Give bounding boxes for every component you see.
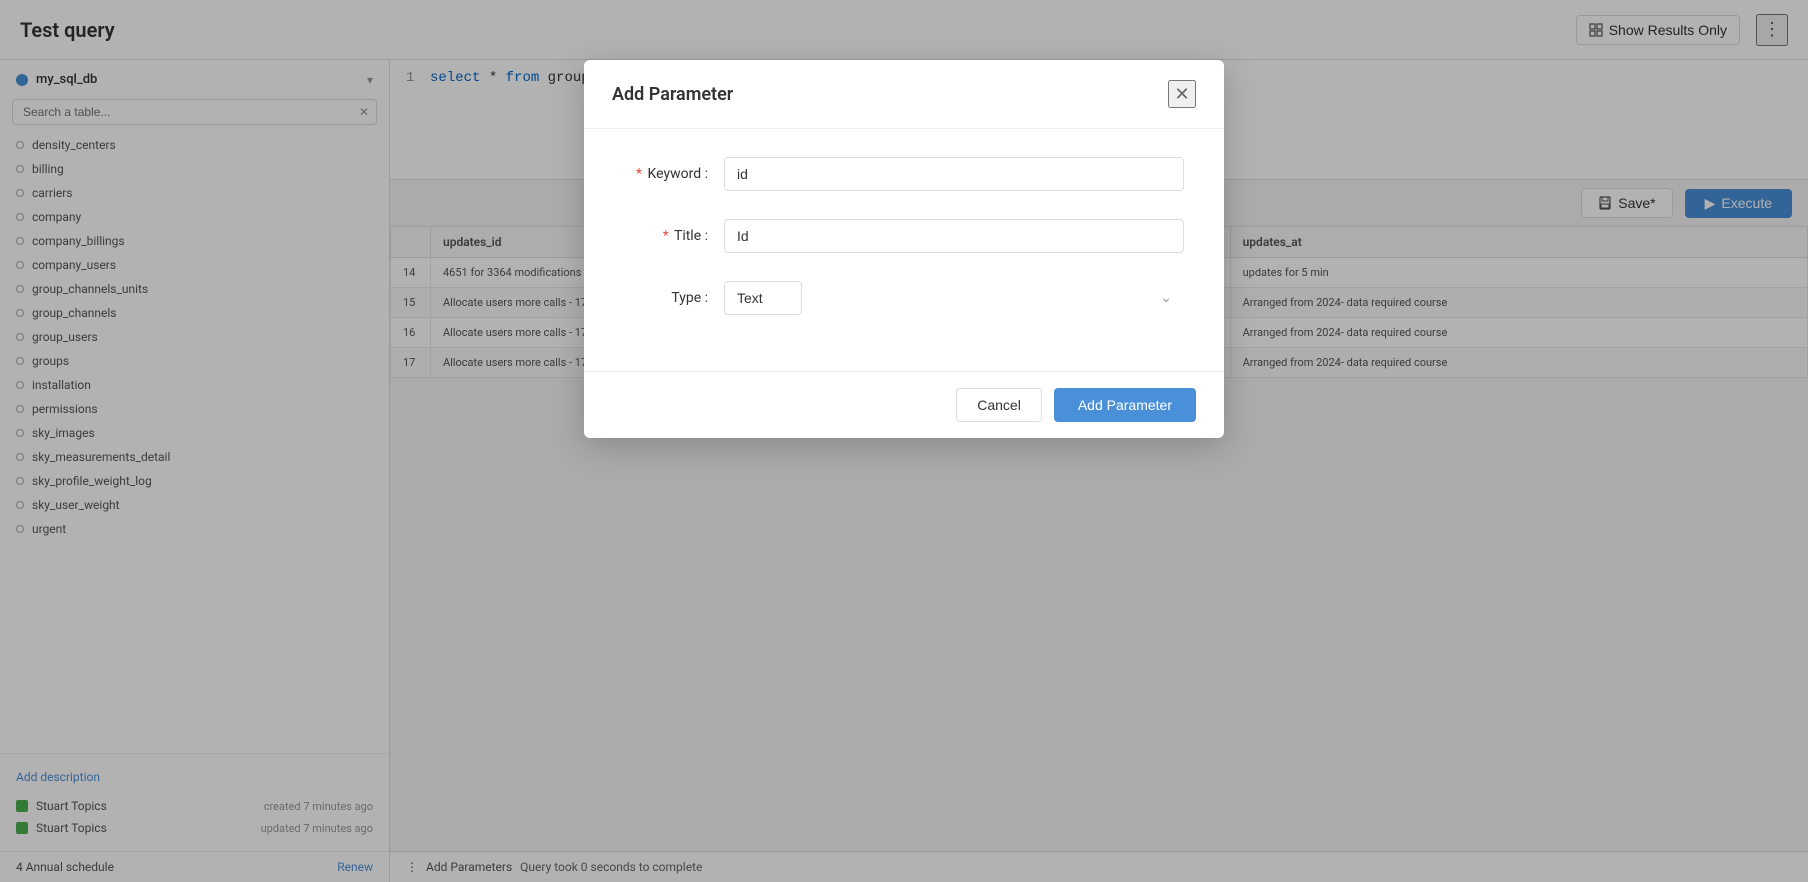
type-row: Type : Text Number Date Boolean ⌄ — [624, 281, 1184, 315]
title-label: * Title : — [624, 228, 724, 244]
title-input[interactable] — [724, 219, 1184, 253]
keyword-row: * Keyword : — [624, 157, 1184, 191]
keyword-input[interactable] — [724, 157, 1184, 191]
type-select-wrapper: Text Number Date Boolean ⌄ — [724, 281, 1184, 315]
type-select[interactable]: Text Number Date Boolean — [724, 281, 802, 315]
keyword-label: * Keyword : — [624, 166, 724, 182]
chevron-down-icon: ⌄ — [1160, 290, 1172, 306]
modal-overlay[interactable]: Add Parameter ✕ * Keyword : * Title : — [0, 0, 1808, 882]
close-button[interactable]: ✕ — [1168, 80, 1196, 108]
type-label: Type : — [624, 290, 724, 306]
modal-body: * Keyword : * Title : Type : — [584, 129, 1224, 371]
modal-title: Add Parameter — [612, 84, 733, 105]
add-parameter-button[interactable]: Add Parameter — [1054, 388, 1196, 422]
title-row: * Title : — [624, 219, 1184, 253]
cancel-button[interactable]: Cancel — [956, 388, 1042, 422]
keyword-required: * — [636, 166, 642, 182]
title-required: * — [663, 228, 669, 244]
modal-header: Add Parameter ✕ — [584, 60, 1224, 129]
close-icon: ✕ — [1174, 84, 1189, 105]
add-parameter-modal: Add Parameter ✕ * Keyword : * Title : — [584, 60, 1224, 438]
modal-footer: Cancel Add Parameter — [584, 371, 1224, 438]
